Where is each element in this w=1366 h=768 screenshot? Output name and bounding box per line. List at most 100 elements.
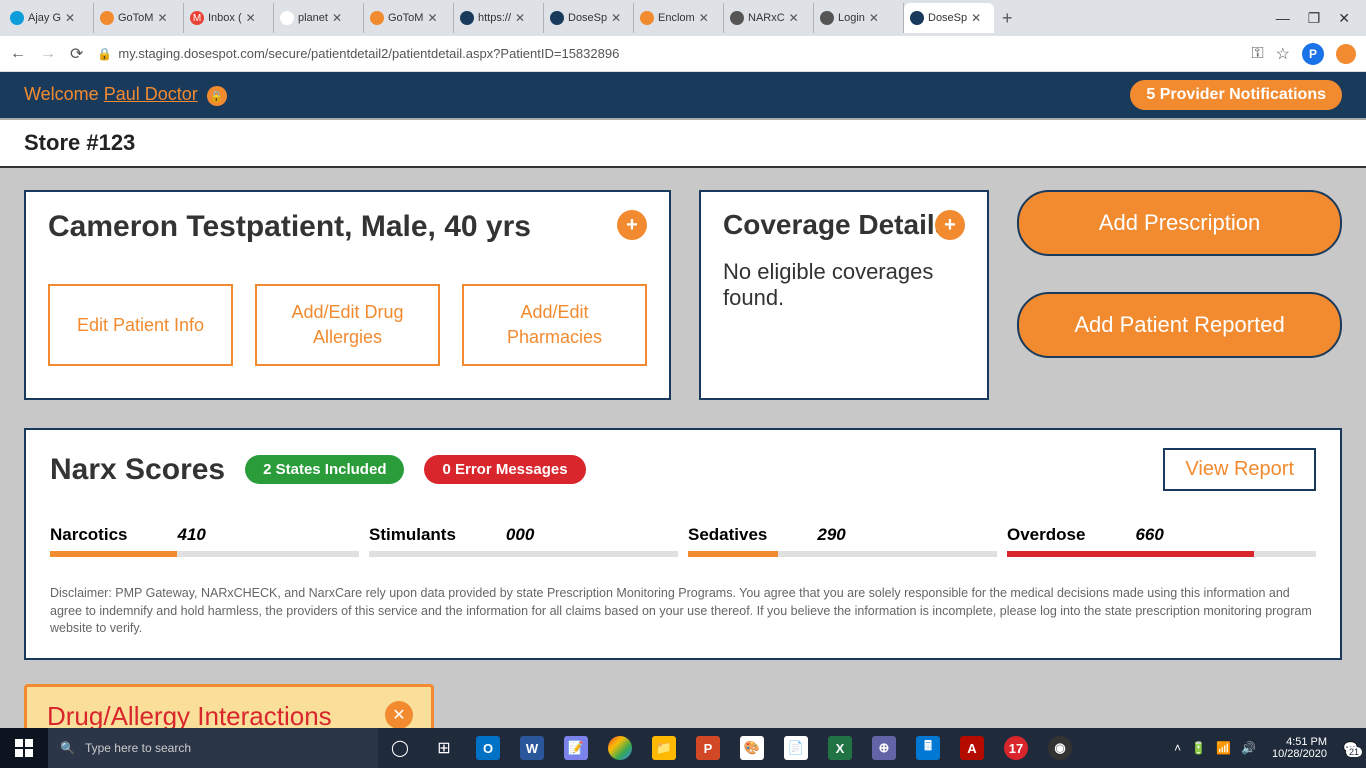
browser-tab[interactable]: GoToM✕ [364, 3, 454, 33]
edit-patient-info-button[interactable]: Edit Patient Info [48, 284, 233, 366]
search-icon: 🔍 [60, 741, 75, 755]
word-icon[interactable]: W [510, 728, 554, 768]
tab-close-icon[interactable]: ✕ [246, 11, 256, 25]
taskbar: 🔍 Type here to search ◯ ⊞ O W 📝 📁 P 🎨 📄 … [0, 728, 1366, 768]
notes-icon[interactable]: 📝 [554, 728, 598, 768]
tab-label: Ajay G [28, 12, 61, 24]
tab-close-icon[interactable]: ✕ [611, 11, 621, 25]
tab-close-icon[interactable]: ✕ [157, 11, 167, 25]
browser-tab[interactable]: https://✕ [454, 3, 544, 33]
add-patient-reported-button[interactable]: Add Patient Reported [1017, 292, 1342, 358]
file-explorer-icon[interactable]: 📁 [642, 728, 686, 768]
action-center-icon[interactable]: 💬21 [1343, 741, 1358, 755]
clock-time: 4:51 PM [1272, 736, 1327, 748]
back-icon[interactable]: ← [10, 45, 26, 63]
star-icon[interactable]: ☆ [1276, 44, 1290, 64]
browser-tab[interactable]: GoToM✕ [94, 3, 184, 33]
app-red-icon[interactable]: 17 [994, 728, 1038, 768]
add-patient-icon[interactable]: + [617, 210, 647, 240]
tab-close-icon[interactable]: ✕ [869, 11, 879, 25]
tab-close-icon[interactable]: ✕ [699, 11, 709, 25]
notepad-icon[interactable]: 📄 [774, 728, 818, 768]
tab-favicon: M [190, 11, 204, 25]
url-field[interactable]: 🔒 my.staging.dosespot.com/secure/patient… [97, 46, 1237, 61]
app-dark-icon[interactable]: ◉ [1038, 728, 1082, 768]
edit-pharmacies-button[interactable]: Add/Edit Pharmacies [462, 284, 647, 366]
taskbar-clock[interactable]: 4:51 PM 10/28/2020 [1266, 736, 1333, 760]
patient-title: Cameron Testpatient, Male, 40 yrs [48, 210, 647, 244]
tab-close-icon[interactable]: ✕ [515, 11, 525, 25]
maximize-icon[interactable]: ❐ [1308, 10, 1321, 27]
new-tab-button[interactable]: + [994, 8, 1021, 29]
lock-badge-icon[interactable]: 🔒 [207, 86, 227, 106]
tray-chevron-icon[interactable]: ˄ [1174, 741, 1181, 755]
tab-close-icon[interactable]: ✕ [332, 11, 342, 25]
profile-badge[interactable]: P [1302, 43, 1324, 65]
narx-score: Overdose660 [1007, 525, 1316, 557]
browser-tab[interactable]: MInbox (✕ [184, 3, 274, 33]
tab-favicon [730, 11, 744, 25]
chrome-icon[interactable] [598, 728, 642, 768]
tab-label: DoseSp [928, 12, 967, 24]
tab-close-icon[interactable]: ✕ [65, 11, 75, 25]
extension-icon[interactable] [1336, 44, 1356, 64]
taskbar-search[interactable]: 🔍 Type here to search [48, 728, 378, 768]
paint-icon[interactable]: 🎨 [730, 728, 774, 768]
outlook-icon[interactable]: O [466, 728, 510, 768]
forward-icon[interactable]: → [40, 45, 56, 63]
app-header: Welcome Paul Doctor 🔒 5 Provider Notific… [0, 72, 1366, 118]
tab-close-icon[interactable]: ✕ [971, 11, 981, 25]
coverage-panel: Coverage Details + No eligible coverages… [699, 190, 989, 400]
reload-icon[interactable]: ⟳ [70, 44, 83, 64]
cortana-icon[interactable]: ◯ [378, 728, 422, 768]
notifications-pill[interactable]: 5 Provider Notifications [1130, 80, 1342, 110]
tab-favicon [640, 11, 654, 25]
tab-close-icon[interactable]: ✕ [789, 11, 799, 25]
notif-count: 21 [1346, 747, 1362, 757]
browser-tab[interactable]: NARxC✕ [724, 3, 814, 33]
teams-icon[interactable]: ⊕ [862, 728, 906, 768]
store-bar: Store #123 [0, 118, 1366, 168]
minimize-icon[interactable]: — [1276, 10, 1290, 27]
battery-icon[interactable]: 🔋 [1191, 741, 1206, 755]
narx-panel: Narx Scores 2 States Included 0 Error Me… [24, 428, 1342, 660]
tab-label: Enclom [658, 12, 695, 24]
interactions-title: Drug/Allergy Interactions [47, 701, 411, 729]
browser-tab[interactable]: DoseSp ✕ [904, 3, 994, 33]
wifi-icon[interactable]: 📶 [1216, 741, 1231, 755]
score-value: 000 [506, 525, 534, 545]
edit-allergies-button[interactable]: Add/Edit Drug Allergies [255, 284, 440, 366]
acrobat-icon[interactable]: A [950, 728, 994, 768]
key-icon[interactable]: ⚿ [1251, 45, 1263, 63]
browser-tab-strip: Ajay G✕GoToM✕MInbox (✕Gplanet✕GoToM✕http… [0, 0, 1366, 36]
browser-tab[interactable]: DoseSp ✕ [544, 3, 634, 33]
start-button[interactable] [0, 728, 48, 768]
excel-icon[interactable]: X [818, 728, 862, 768]
tab-favicon [910, 11, 924, 25]
browser-tab[interactable]: Login ✕ [814, 3, 904, 33]
score-label: Sedatives [688, 525, 767, 545]
add-prescription-button[interactable]: Add Prescription [1017, 190, 1342, 256]
browser-tab[interactable]: Enclom ✕ [634, 3, 724, 33]
volume-icon[interactable]: 🔊 [1241, 741, 1256, 755]
error-messages-pill: 0 Error Messages [424, 455, 585, 484]
browser-tab[interactable]: Gplanet✕ [274, 3, 364, 33]
add-coverage-icon[interactable]: + [935, 210, 965, 240]
tab-close-icon[interactable]: ✕ [427, 11, 437, 25]
close-interactions-icon[interactable]: ✕ [385, 701, 413, 729]
browser-tab[interactable]: Ajay G ✕ [4, 3, 94, 33]
search-placeholder: Type here to search [85, 741, 191, 755]
tab-favicon [370, 11, 384, 25]
user-link[interactable]: Paul Doctor [104, 84, 198, 104]
score-label: Overdose [1007, 525, 1085, 545]
calculator-icon[interactable]: 🖩 [906, 728, 950, 768]
address-bar: ← → ⟳ 🔒 my.staging.dosespot.com/secure/p… [0, 36, 1366, 72]
task-view-icon[interactable]: ⊞ [422, 728, 466, 768]
tab-label: DoseSp [568, 12, 607, 24]
view-report-button[interactable]: View Report [1163, 448, 1316, 491]
tab-label: Login [838, 12, 865, 24]
clock-date: 10/28/2020 [1272, 748, 1327, 760]
close-window-icon[interactable]: ✕ [1338, 10, 1350, 27]
powerpoint-icon[interactable]: P [686, 728, 730, 768]
scores-row: Narcotics410Stimulants000Sedatives290Ove… [50, 525, 1316, 557]
